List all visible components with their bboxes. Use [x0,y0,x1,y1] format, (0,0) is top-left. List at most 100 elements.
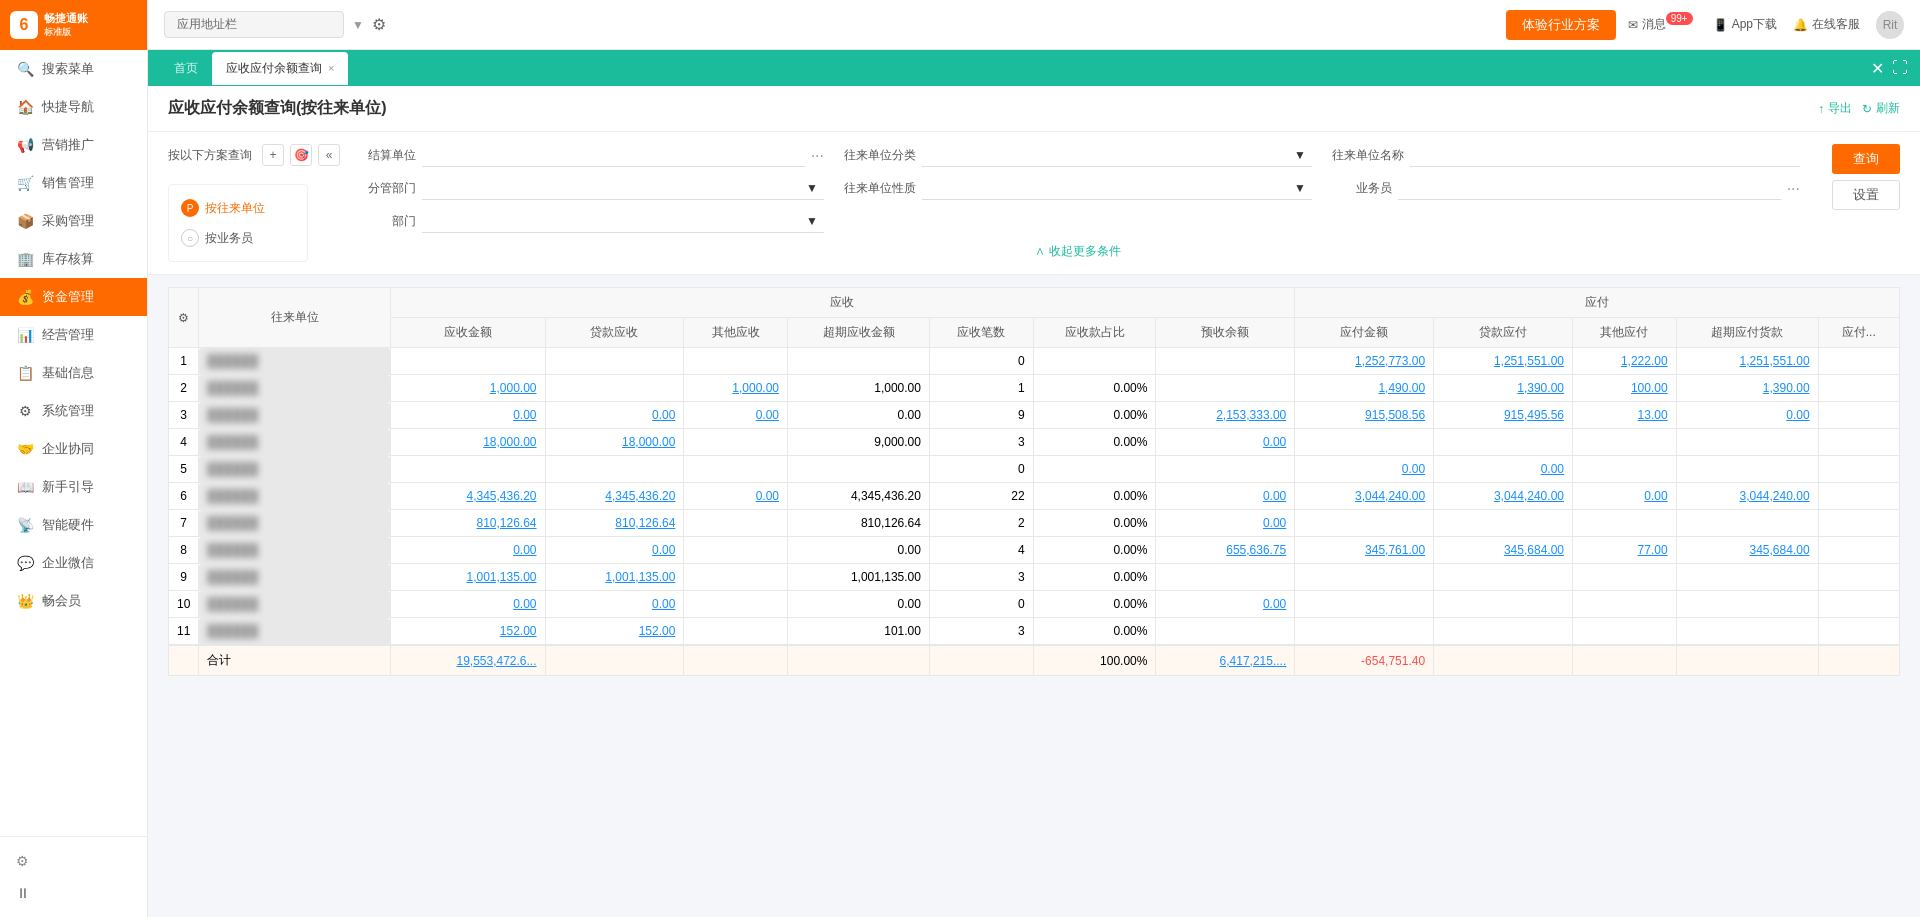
table-cell[interactable]: 1,390.00 [1434,375,1573,402]
sidebar-item-wechat[interactable]: 💬 企业微信 [0,544,147,582]
table-cell[interactable]: 1,001,135.00 [545,564,684,591]
table-cell[interactable]: 100.00 [1572,375,1676,402]
table-cell[interactable]: 915,508.56 [1295,402,1434,429]
sidebar-settings-btn[interactable]: ⚙ [0,845,147,877]
sidebar-item-finance[interactable]: 💰 资金管理 [0,278,147,316]
filter-option-salesman[interactable]: ○ 按业务员 [169,223,307,253]
table-cell[interactable]: 4,345,436.20 [545,483,684,510]
table-cell[interactable]: 152.00 [545,618,684,646]
table-cell[interactable]: 345,761.00 [1295,537,1434,564]
sidebar-item-quick-nav[interactable]: 🏠 快捷导航 [0,88,147,126]
sidebar-item-purchase[interactable]: 📦 采购管理 [0,202,147,240]
sidebar-item-collab[interactable]: 🤝 企业协同 [0,430,147,468]
table-cell[interactable]: 1,490.00 [1295,375,1434,402]
sidebar-item-warehouse[interactable]: 🏢 库存核算 [0,240,147,278]
footer-ar-amount[interactable]: 19,553,472.6... [390,645,545,676]
field-select-partner-nature[interactable]: ▼ [922,177,1312,200]
settings-btn[interactable]: 设置 [1832,180,1900,210]
table-cell[interactable]: 13.00 [1572,402,1676,429]
collapse-more-btn[interactable]: ∧ 收起更多条件 [356,243,1800,260]
table-cell[interactable]: 0.00 [545,402,684,429]
sidebar-item-operations[interactable]: 📊 经营管理 [0,316,147,354]
messages-btn[interactable]: ✉ 消息 99+ [1628,16,1697,33]
salesman-dots-icon[interactable]: ··· [1787,180,1800,198]
filter-target-btn[interactable]: 🎯 [290,144,312,166]
table-cell[interactable]: 0.00 [1156,591,1295,618]
table-cell[interactable]: 1,000.00 [684,375,788,402]
table-cell[interactable]: 0.00 [1434,456,1573,483]
table-cell[interactable]: 3,044,240.00 [1676,483,1818,510]
sidebar-item-sales[interactable]: 🛒 销售管理 [0,164,147,202]
sidebar-item-marketing[interactable]: 📢 营销推广 [0,126,147,164]
table-cell[interactable]: 1,251,551.00 [1434,348,1573,375]
sidebar-collapse-btn[interactable]: ⏸ [0,877,147,909]
table-cell[interactable]: 1,390.00 [1676,375,1818,402]
online-service-btn[interactable]: 🔔 在线客服 [1793,16,1860,33]
tab-close-icon[interactable]: × [328,62,334,74]
sidebar-item-guide[interactable]: 📖 新手引导 [0,468,147,506]
table-cell[interactable]: 0.00 [545,591,684,618]
table-cell[interactable]: 152.00 [390,618,545,646]
filter-collapse-btn[interactable]: « [318,144,340,166]
field-input-salesman[interactable] [1398,177,1781,200]
table-cell[interactable]: 655,636.75 [1156,537,1295,564]
field-select-dept[interactable]: ▼ [422,177,824,200]
table-cell[interactable]: 0.00 [1156,510,1295,537]
address-bar[interactable]: 应用地址栏 [164,11,344,38]
tab-close-window-icon[interactable]: ✕ [1871,59,1884,78]
table-cell[interactable]: 345,684.00 [1434,537,1573,564]
refresh-btn[interactable]: ↻ 刷新 [1862,100,1900,117]
filter-option-partner[interactable]: P 按往来单位 [169,193,307,223]
table-area[interactable]: ⚙ 往来单位 应收 应付 应收金额 贷款应收 其他应收 超期应收金额 应收笔数 … [148,275,1920,917]
sidebar-item-system[interactable]: ⚙ 系统管理 [0,392,147,430]
table-cell[interactable]: 1,252,773.00 [1295,348,1434,375]
table-cell[interactable]: 0.00 [1156,429,1295,456]
gear-icon[interactable]: ⚙ [372,15,386,34]
footer-ar-advance[interactable]: 6,417,215.... [1156,645,1295,676]
sidebar-item-smart-hw[interactable]: 📡 智能硬件 [0,506,147,544]
sidebar-item-member[interactable]: 👑 畅会员 [0,582,147,620]
table-cell[interactable]: 0.00 [545,537,684,564]
tab-home[interactable]: 首页 [160,52,212,85]
table-cell[interactable]: 0.00 [1295,456,1434,483]
table-cell[interactable]: 3,044,240.00 [1434,483,1573,510]
table-cell[interactable]: 0.00 [390,402,545,429]
export-btn[interactable]: ↑ 导出 [1818,100,1852,117]
table-cell[interactable]: 18,000.00 [545,429,684,456]
table-cell[interactable]: 77.00 [1572,537,1676,564]
col-settings-header[interactable]: ⚙ [169,288,199,348]
app-download-btn[interactable]: 📱 App下载 [1713,16,1777,33]
tab-ar-ap[interactable]: 应收应付余额查询 × [212,52,348,85]
table-cell[interactable]: 0.00 [684,402,788,429]
sidebar-item-search-menu[interactable]: 🔍 搜索菜单 [0,50,147,88]
table-cell[interactable]: 1,001,135.00 [390,564,545,591]
table-cell[interactable]: 0.00 [684,483,788,510]
table-cell[interactable]: 0.00 [1572,483,1676,510]
field-select-sub-dept[interactable]: ▼ [422,210,824,233]
table-cell[interactable]: 2,153,333.00 [1156,402,1295,429]
table-cell[interactable]: 0.00 [1156,483,1295,510]
table-cell[interactable]: 0.00 [1676,402,1818,429]
settlement-dots-icon[interactable]: ··· [811,147,824,165]
chevron-down-icon[interactable]: ▼ [352,18,364,32]
table-cell[interactable]: 1,222.00 [1572,348,1676,375]
query-btn[interactable]: 查询 [1832,144,1900,174]
table-cell[interactable]: 4,345,436.20 [390,483,545,510]
user-avatar[interactable]: Rit [1876,11,1904,39]
table-cell[interactable]: 0.00 [390,591,545,618]
table-cell[interactable]: 810,126.64 [545,510,684,537]
table-cell[interactable]: 915,495.56 [1434,402,1573,429]
tab-expand-icon[interactable]: ⛶ [1892,59,1908,78]
field-input-settlement[interactable] [422,144,805,167]
table-cell[interactable]: 810,126.64 [390,510,545,537]
field-select-partner-category[interactable]: ▼ [922,144,1312,167]
table-cell[interactable]: 3,044,240.00 [1295,483,1434,510]
industry-btn[interactable]: 体验行业方案 [1506,10,1616,40]
sidebar-item-basic-info[interactable]: 📋 基础信息 [0,354,147,392]
table-cell[interactable]: 1,000.00 [390,375,545,402]
table-cell[interactable]: 345,684.00 [1676,537,1818,564]
table-cell[interactable]: 0.00 [390,537,545,564]
add-filter-btn[interactable]: + [262,144,284,166]
table-cell[interactable]: 1,251,551.00 [1676,348,1818,375]
table-cell[interactable]: 18,000.00 [390,429,545,456]
